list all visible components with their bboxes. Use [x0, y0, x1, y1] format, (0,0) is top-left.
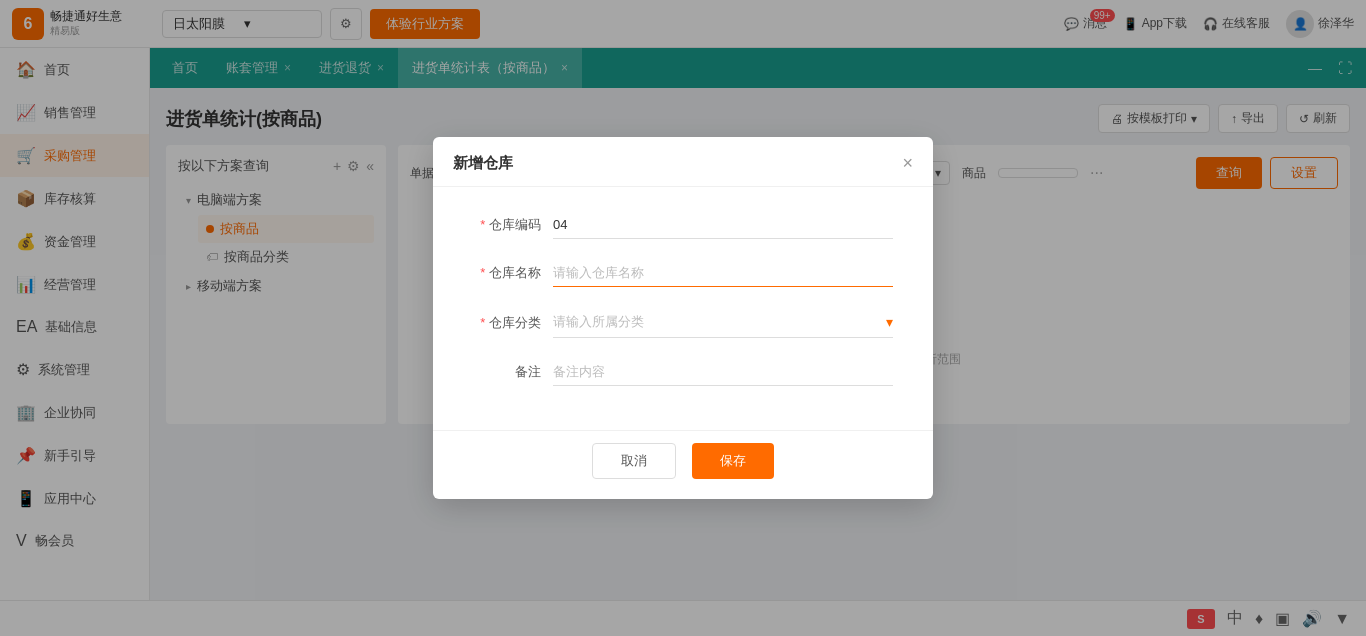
form-item-category: 仓库分类 请输入所属分类 ▾	[473, 307, 893, 338]
dialog-body: 仓库编码 仓库名称 仓库分类 请输入所属分类 ▾ 备注	[433, 187, 933, 430]
category-arrow-icon: ▾	[886, 314, 893, 330]
code-label: 仓库编码	[473, 216, 553, 234]
form-item-code: 仓库编码	[473, 211, 893, 239]
code-input[interactable]	[553, 211, 893, 239]
dialog-close-button[interactable]: ×	[902, 153, 913, 174]
modal-overlay: 新增仓库 × 仓库编码 仓库名称 仓库分类 请输入所属分类 ▾	[0, 0, 1366, 636]
name-label: 仓库名称	[473, 264, 553, 282]
form-item-remark: 备注	[473, 358, 893, 386]
dialog-header: 新增仓库 ×	[433, 137, 933, 187]
category-select[interactable]: 请输入所属分类 ▾	[553, 307, 893, 338]
category-placeholder: 请输入所属分类	[553, 313, 644, 331]
name-input[interactable]	[553, 259, 893, 287]
remark-label: 备注	[473, 363, 553, 381]
dialog-footer: 取消 保存	[433, 430, 933, 499]
category-label: 仓库分类	[473, 314, 553, 332]
save-button[interactable]: 保存	[692, 443, 774, 479]
form-item-name: 仓库名称	[473, 259, 893, 287]
new-warehouse-dialog: 新增仓库 × 仓库编码 仓库名称 仓库分类 请输入所属分类 ▾	[433, 137, 933, 499]
dialog-title: 新增仓库	[453, 154, 513, 173]
remark-input[interactable]	[553, 358, 893, 386]
cancel-button[interactable]: 取消	[592, 443, 676, 479]
